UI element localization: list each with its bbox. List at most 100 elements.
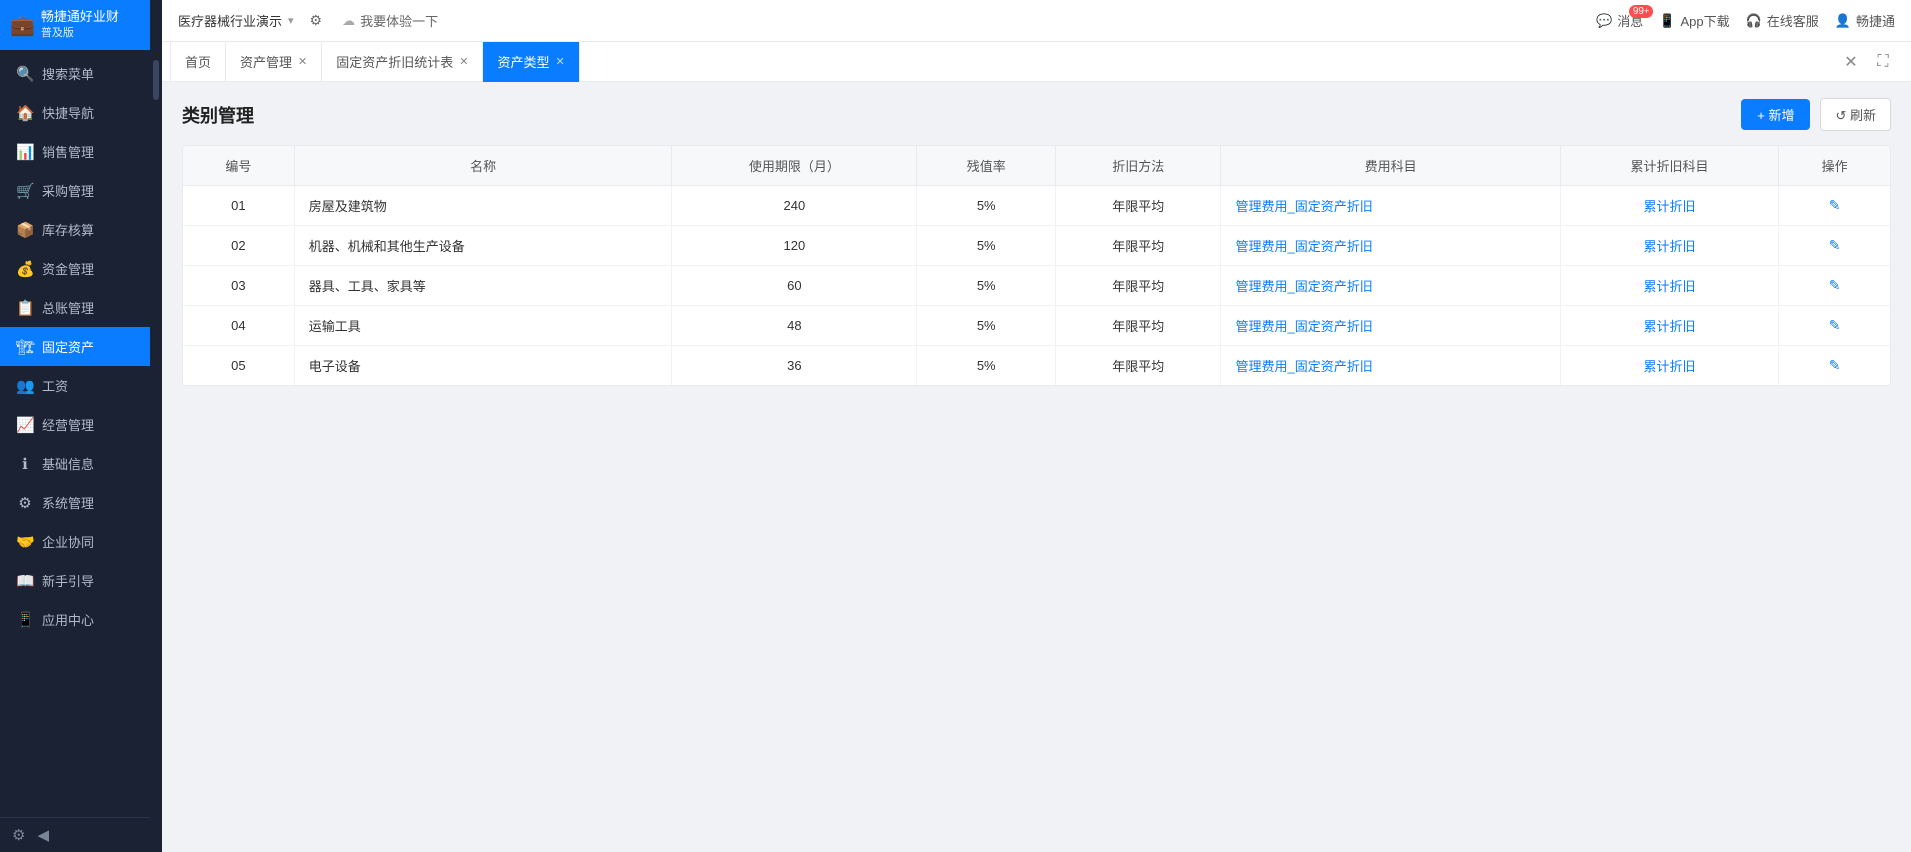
col-code: 编号 [183,146,294,186]
sidebar-item-label: 资金管理 [42,259,94,278]
cell-edit-button[interactable]: ✎ [1779,266,1890,306]
tab-home[interactable]: 首页 [170,42,226,82]
table-header-row: 编号 名称 使用期限（月） 残值率 折旧方法 费用科目 累计折旧科目 操作 [183,146,1890,186]
message-button[interactable]: 💬 消息 99+ [1596,11,1643,30]
sidebar-item-cooperation[interactable]: 🤝 企业协同 [0,522,150,561]
cell-code: 03 [183,266,294,306]
operations-icon: 📈 [16,416,34,434]
app-center-icon: 📱 [16,611,34,629]
settings-icon[interactable]: ⚙ [12,826,25,844]
sidebar-item-app-center[interactable]: 📱 应用中心 [0,600,150,639]
tab-close-icon[interactable]: ✕ [556,55,565,68]
chevron-down-icon: ▾ [288,14,294,27]
online-service-button[interactable]: 🎧 在线客服 [1746,11,1819,30]
cell-period: 240 [672,186,917,226]
cell-edit-button[interactable]: ✎ [1779,346,1890,386]
content-area: 类别管理 + 新增 ↺ 刷新 编号 名称 使用期限（月） 残值率 折旧方法 费用… [162,82,1911,852]
cell-residual: 5% [917,266,1056,306]
sidebar-item-inventory[interactable]: 📦 库存核算 [0,210,150,249]
sidebar: 💼 畅捷通好业财 普及版 🔍 搜索菜单 🏠 快捷导航 📊 销售管理 🛒 采购管理… [0,0,150,852]
sidebar-scroll-track[interactable] [150,0,162,852]
payroll-icon: 👥 [16,377,34,395]
basic-info-icon: ℹ [16,455,34,473]
cell-period: 60 [672,266,917,306]
sidebar-item-label: 系统管理 [42,493,94,512]
sidebar-item-sales[interactable]: 📊 销售管理 [0,132,150,171]
cell-period: 48 [672,306,917,346]
purchase-icon: 🛒 [16,182,34,200]
cell-name: 器具、工具、家具等 [294,266,672,306]
cell-edit-button[interactable]: ✎ [1779,186,1890,226]
sidebar-item-label: 快捷导航 [42,103,94,122]
headset-icon: 🎧 [1746,13,1762,29]
data-table: 编号 名称 使用期限（月） 残值率 折旧方法 费用科目 累计折旧科目 操作 01… [182,145,1891,386]
sidebar-item-basic-info[interactable]: ℹ 基础信息 [0,444,150,483]
experience-button[interactable]: ☁ 我要体验一下 [342,11,438,30]
cell-accumulated-subject: 累计折旧 [1560,266,1778,306]
sidebar-item-payroll[interactable]: 👥 工资 [0,366,150,405]
app-name: 畅捷通好业财 [41,9,119,26]
cell-accumulated-subject: 累计折旧 [1560,186,1778,226]
app-download-icon: 📱 [1659,13,1675,29]
cell-edit-button[interactable]: ✎ [1779,306,1890,346]
cell-edit-button[interactable]: ✎ [1779,226,1890,266]
table-row: 03 器具、工具、家具等 60 5% 年限平均 管理费用_固定资产折旧 累计折旧… [183,266,1890,306]
inventory-icon: 📦 [16,221,34,239]
app-download-button[interactable]: 📱 App下载 [1659,11,1729,30]
tab-asset-management[interactable]: 资产管理 ✕ [226,42,322,82]
cell-method: 年限平均 [1056,226,1221,266]
sidebar-item-fixed-assets[interactable]: 🏗 固定资产 [0,327,150,366]
cell-method: 年限平均 [1056,186,1221,226]
page-header: 类别管理 + 新增 ↺ 刷新 [182,98,1891,131]
user-name: 畅捷通 [1856,11,1895,30]
sidebar-item-label: 基础信息 [42,454,94,473]
user-icon: 👤 [1835,13,1851,29]
sidebar-item-label: 销售管理 [42,142,94,161]
col-operation: 操作 [1779,146,1890,186]
tab-close-icon[interactable]: ✕ [459,55,468,68]
topbar-gear-icon[interactable]: ⚙ [310,12,323,29]
main-area: 医疗器械行业演示 ▾ ⚙ ☁ 我要体验一下 💬 消息 99+ 📱 App下载 🎧… [162,0,1911,852]
user-button[interactable]: 👤 畅捷通 [1835,11,1895,30]
sidebar-item-quick-nav[interactable]: 🏠 快捷导航 [0,93,150,132]
sidebar-item-search[interactable]: 🔍 搜索菜单 [0,54,150,93]
sidebar-item-purchase[interactable]: 🛒 采购管理 [0,171,150,210]
sidebar-item-system[interactable]: ⚙ 系统管理 [0,483,150,522]
sidebar-nav: 🔍 搜索菜单 🏠 快捷导航 📊 销售管理 🛒 采购管理 📦 库存核算 💰 资金管… [0,50,150,817]
tab-asset-type[interactable]: 资产类型 ✕ [483,42,579,82]
close-all-button[interactable]: ✕ [1839,50,1863,74]
message-badge: 99+ [1629,5,1653,18]
collapse-icon[interactable]: ◀ [37,826,49,844]
tab-depreciation-label: 固定资产折旧统计表 [336,52,453,71]
cell-code: 05 [183,346,294,386]
cell-period: 120 [672,226,917,266]
tab-depreciation-table[interactable]: 固定资产折旧统计表 ✕ [322,42,483,82]
sidebar-item-label: 库存核算 [42,220,94,239]
sidebar-item-capital[interactable]: 💰 资金管理 [0,249,150,288]
cell-name: 运输工具 [294,306,672,346]
sidebar-item-operations[interactable]: 📈 经营管理 [0,405,150,444]
sidebar-item-label: 新手引导 [42,571,94,590]
tab-asset-type-label: 资产类型 [497,52,549,71]
cell-period: 36 [672,346,917,386]
new-button[interactable]: + 新增 [1741,99,1810,130]
cell-accumulated-subject: 累计折旧 [1560,346,1778,386]
refresh-button[interactable]: ↺ 刷新 [1820,98,1891,131]
sidebar-item-ledger[interactable]: 📋 总账管理 [0,288,150,327]
capital-icon: 💰 [16,260,34,278]
module-selector[interactable]: 医疗器械行业演示 ▾ [178,11,294,30]
sidebar-scroll-thumb[interactable] [153,60,159,100]
sidebar-item-label: 固定资产 [42,337,94,356]
sidebar-footer: ⚙ ◀ [0,817,150,852]
table-row: 01 房屋及建筑物 240 5% 年限平均 管理费用_固定资产折旧 累计折旧 ✎ [183,186,1890,226]
tabs-bar: 首页 资产管理 ✕ 固定资产折旧统计表 ✕ 资产类型 ✕ ✕ ⛶ [162,42,1911,82]
cell-expense-subject: 管理费用_固定资产折旧 [1221,346,1560,386]
page-actions: + 新增 ↺ 刷新 [1741,98,1891,131]
online-service-label: 在线客服 [1767,11,1819,30]
topbar-right: 💬 消息 99+ 📱 App下载 🎧 在线客服 👤 畅捷通 [1596,11,1895,30]
fixed-assets-icon: 🏗 [16,338,34,356]
maximize-button[interactable]: ⛶ [1871,50,1895,74]
sidebar-item-guide[interactable]: 📖 新手引导 [0,561,150,600]
cell-expense-subject: 管理费用_固定资产折旧 [1221,226,1560,266]
tab-close-icon[interactable]: ✕ [298,55,307,68]
